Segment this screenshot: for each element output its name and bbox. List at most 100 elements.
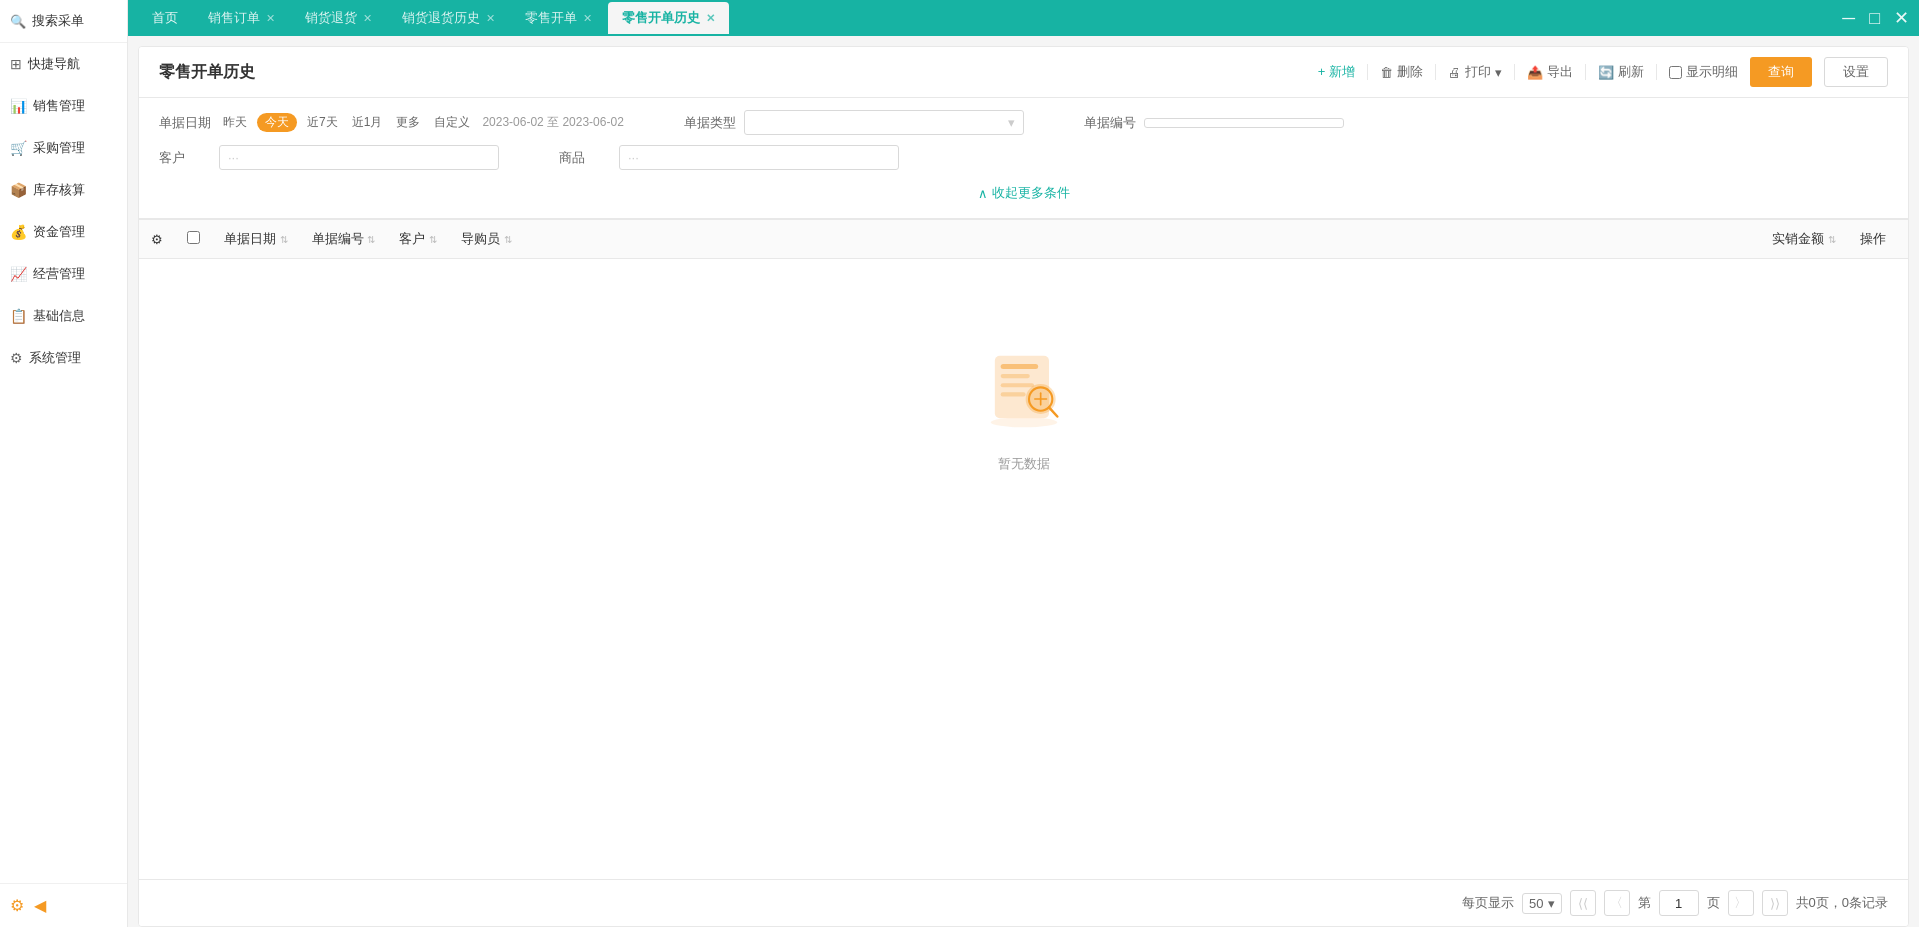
svg-point-0 bbox=[990, 417, 1057, 427]
next-page-btn[interactable]: 〉 bbox=[1728, 890, 1754, 916]
finance-icon: 💰 bbox=[10, 224, 27, 240]
display-detail-button[interactable]: 显示明细 bbox=[1669, 63, 1738, 81]
export-button[interactable]: 📤 导出 bbox=[1527, 63, 1573, 81]
collapse-sidebar-icon[interactable]: ◀ bbox=[34, 896, 46, 915]
first-page-btn[interactable]: ⟨⟨ bbox=[1570, 890, 1596, 916]
bill-no-input[interactable] bbox=[1144, 118, 1344, 128]
col-action: 操作 bbox=[1848, 220, 1908, 259]
window-minimize[interactable]: ─ bbox=[1842, 8, 1855, 29]
query-button[interactable]: 查询 bbox=[1750, 57, 1812, 87]
svg-rect-3 bbox=[1000, 374, 1029, 378]
empty-text: 暂无数据 bbox=[998, 455, 1050, 473]
table-header-row: ⚙ 单据日期 ⇅ 单据编号 ⇅ bbox=[139, 220, 1908, 259]
shortcut-1month[interactable]: 近1月 bbox=[348, 113, 387, 132]
col-customer[interactable]: 客户 ⇅ bbox=[387, 220, 449, 259]
col-date-label: 单据日期 bbox=[224, 231, 276, 246]
tab-sales-order-close[interactable]: ✕ bbox=[266, 12, 275, 25]
sidebar-item-inventory[interactable]: 📦 库存核算 bbox=[0, 169, 127, 211]
sidebar-item-label: 经营管理 bbox=[33, 265, 85, 283]
shortcut-custom[interactable]: 自定义 bbox=[430, 113, 474, 132]
settings-button[interactable]: 设置 bbox=[1824, 57, 1888, 87]
add-button[interactable]: + 新增 bbox=[1318, 63, 1355, 81]
content-wrapper: 零售开单历史 + 新增 🗑 删除 🖨 打印 ▾ bbox=[128, 36, 1919, 927]
col-no[interactable]: 单据编号 ⇅ bbox=[300, 220, 388, 259]
delete-label: 删除 bbox=[1397, 63, 1423, 81]
tab-bar-right: ─ □ ✕ bbox=[1842, 7, 1909, 29]
shortcut-more[interactable]: 更多 bbox=[392, 113, 424, 132]
sidebar-item-sales-mgmt[interactable]: 📊 销售管理 bbox=[0, 85, 127, 127]
empty-state: 暂无数据 bbox=[139, 259, 1908, 553]
col-salesperson[interactable]: 导购员 ⇅ bbox=[449, 220, 524, 259]
goods-input[interactable]: ··· bbox=[619, 145, 899, 170]
col-salesperson-sort-icon: ⇅ bbox=[504, 234, 512, 245]
page-label: 第 bbox=[1638, 894, 1651, 912]
tab-sales-return-history-label: 销货退货历史 bbox=[402, 9, 480, 27]
system-icon: ⚙ bbox=[10, 350, 23, 366]
sidebar-item-system[interactable]: ⚙ 系统管理 bbox=[0, 337, 127, 379]
refresh-button[interactable]: 🔄 刷新 bbox=[1598, 63, 1644, 81]
tab-sales-return[interactable]: 销货退货 ✕ bbox=[291, 2, 386, 34]
tab-home[interactable]: 首页 bbox=[138, 2, 192, 34]
display-detail-checkbox[interactable] bbox=[1669, 66, 1682, 79]
collapse-button[interactable]: ∧ 收起更多条件 bbox=[966, 180, 1082, 206]
basic-info-icon: 📋 bbox=[10, 308, 27, 324]
table-check-header[interactable] bbox=[175, 220, 212, 259]
per-page-select[interactable]: 50 ▾ bbox=[1522, 893, 1561, 914]
window-close[interactable]: ✕ bbox=[1894, 7, 1909, 29]
display-detail-label: 显示明细 bbox=[1686, 63, 1738, 81]
tab-sales-order[interactable]: 销售订单 ✕ bbox=[194, 2, 289, 34]
pagination-bar: 每页显示 50 ▾ ⟨⟨ 〈 第 1 页 〉 ⟩⟩ 共0页，0条记录 bbox=[139, 879, 1908, 926]
table-body: 暂无数据 bbox=[139, 259, 1908, 554]
tab-retail-history-close[interactable]: ✕ bbox=[706, 12, 715, 25]
tab-retail-history[interactable]: 零售开单历史 ✕ bbox=[608, 2, 729, 34]
filter-row-1: 单据日期 昨天 今天 近7天 近1月 更多 自定义 2023-06-02 至 2… bbox=[159, 110, 1888, 135]
sidebar-item-operations[interactable]: 📈 经营管理 bbox=[0, 253, 127, 295]
print-button[interactable]: 🖨 打印 ▾ bbox=[1448, 63, 1502, 81]
tab-sales-return-history[interactable]: 销货退货历史 ✕ bbox=[388, 2, 509, 34]
tab-home-label: 首页 bbox=[152, 9, 178, 27]
customer-label: 客户 bbox=[159, 149, 185, 167]
empty-state-row: 暂无数据 bbox=[139, 259, 1908, 554]
col-amount[interactable]: 实销金额 ⇅ bbox=[1760, 220, 1848, 259]
sidebar-search[interactable]: 🔍 搜索采单 bbox=[0, 0, 127, 43]
shortcut-7days[interactable]: 近7天 bbox=[303, 113, 342, 132]
tab-retail-open-close[interactable]: ✕ bbox=[583, 12, 592, 25]
print-icon: 🖨 bbox=[1448, 65, 1461, 80]
collapse-label: 收起更多条件 bbox=[992, 184, 1070, 202]
last-page-btn[interactable]: ⟩⟩ bbox=[1762, 890, 1788, 916]
col-date[interactable]: 单据日期 ⇅ bbox=[212, 220, 300, 259]
table-settings-header[interactable]: ⚙ bbox=[139, 220, 175, 259]
prev-page-btn[interactable]: 〈 bbox=[1604, 890, 1630, 916]
bill-no-filter: 单据编号 bbox=[1084, 114, 1344, 132]
main: 首页 销售订单 ✕ 销货退货 ✕ 销货退货历史 ✕ 零售开单 ✕ 零售开单历史 … bbox=[128, 0, 1919, 927]
customer-filter: 客户 ··· bbox=[159, 145, 499, 170]
sidebar-item-purchase-mgmt[interactable]: 🛒 采购管理 bbox=[0, 127, 127, 169]
date-filter: 单据日期 昨天 今天 近7天 近1月 更多 自定义 2023-06-02 至 2… bbox=[159, 113, 624, 132]
bill-type-dropdown-icon: ▾ bbox=[1008, 115, 1015, 130]
settings-gear-icon: ⚙ bbox=[151, 232, 163, 247]
svg-rect-5 bbox=[1000, 392, 1025, 396]
sidebar-bottom: ⚙ ◀ bbox=[0, 883, 127, 927]
divider-5 bbox=[1656, 64, 1657, 80]
tab-retail-open[interactable]: 零售开单 ✕ bbox=[511, 2, 606, 34]
page-number-input[interactable]: 1 bbox=[1659, 890, 1699, 916]
tab-sales-return-close[interactable]: ✕ bbox=[363, 12, 372, 25]
window-maximize[interactable]: □ bbox=[1869, 8, 1880, 29]
sidebar-item-finance[interactable]: 💰 资金管理 bbox=[0, 211, 127, 253]
sidebar-item-quick-nav[interactable]: ⊞ 快捷导航 bbox=[0, 43, 127, 85]
sidebar-item-basic-info[interactable]: 📋 基础信息 bbox=[0, 295, 127, 337]
bill-no-label: 单据编号 bbox=[1084, 114, 1136, 132]
add-label: + 新增 bbox=[1318, 63, 1355, 81]
shortcut-today[interactable]: 今天 bbox=[257, 113, 297, 132]
bill-type-select[interactable]: ▾ bbox=[744, 110, 1024, 135]
shortcut-yesterday[interactable]: 昨天 bbox=[219, 113, 251, 132]
customer-input[interactable]: ··· bbox=[219, 145, 499, 170]
delete-icon: 🗑 bbox=[1380, 65, 1393, 80]
svg-rect-4 bbox=[1000, 383, 1033, 387]
tab-sales-return-history-close[interactable]: ✕ bbox=[486, 12, 495, 25]
select-all-checkbox[interactable] bbox=[187, 231, 200, 244]
export-label: 导出 bbox=[1547, 63, 1573, 81]
delete-button[interactable]: 🗑 删除 bbox=[1380, 63, 1423, 81]
settings-icon[interactable]: ⚙ bbox=[10, 896, 24, 915]
col-amount-label: 实销金额 bbox=[1772, 231, 1824, 246]
